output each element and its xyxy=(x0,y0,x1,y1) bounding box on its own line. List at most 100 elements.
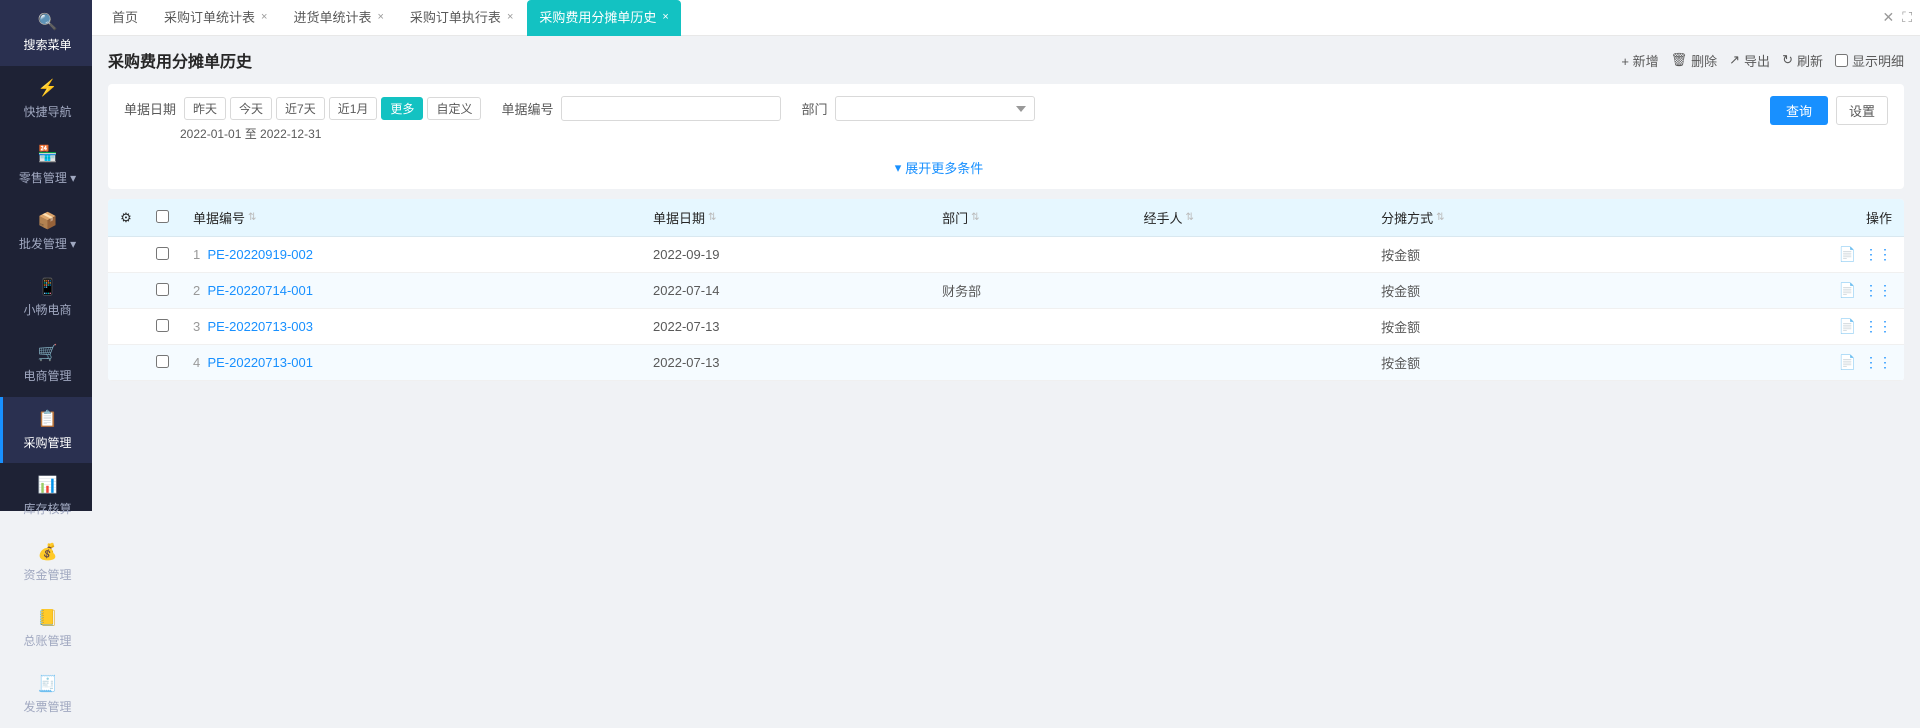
row-edit-icon-0[interactable]: 📄 xyxy=(1839,246,1856,263)
row-edit-icon-2[interactable]: 📄 xyxy=(1839,318,1856,335)
row-more-icon-0[interactable]: ⋮⋮ xyxy=(1864,246,1892,263)
sidebar-item-wholesale[interactable]: 📦批发管理 ▾ xyxy=(0,199,92,265)
sidebar-item-ecom[interactable]: 🛒电商管理 xyxy=(0,331,92,397)
date-btn-昨天[interactable]: 昨天 xyxy=(184,97,226,120)
tab-purchase-order-exec[interactable]: 采购订单执行表× xyxy=(398,0,525,36)
settings-col-icon[interactable]: ⚙ xyxy=(120,210,132,225)
row-edit-icon-1[interactable]: 📄 xyxy=(1839,282,1856,299)
sidebar-icon-inventory: 📊 xyxy=(11,475,84,497)
tab-close-goods-stats[interactable]: × xyxy=(377,11,383,23)
tab-actions: ✕ ⛶ xyxy=(1882,9,1912,26)
sidebar-item-inventory[interactable]: 📊 库存核算 xyxy=(0,463,92,529)
th-sort-doc_num[interactable]: 单据编号⇅ xyxy=(193,208,629,227)
row-actions-2: 📄 ⋮⋮ xyxy=(1648,309,1904,345)
expand-more-btn[interactable]: ▾ 展开更多条件 xyxy=(895,158,984,177)
sort-icon-doc_date: ⇅ xyxy=(708,212,716,223)
sidebar-item-ledger[interactable]: 📒总账管理 xyxy=(0,596,92,662)
sidebar-label-search: 搜索菜单 xyxy=(23,38,71,52)
date-btn-自定义[interactable]: 自定义 xyxy=(427,97,481,120)
row-checkbox-2[interactable] xyxy=(156,319,169,332)
row-more-icon-3[interactable]: ⋮⋮ xyxy=(1864,354,1892,371)
table-row: 2 PE-20220714-0012022-07-14财务部按金额 📄 ⋮⋮ xyxy=(108,273,1904,309)
delete-button[interactable]: 🗑 删除 xyxy=(1671,51,1718,70)
th-split_method[interactable]: 分摊方式⇅ xyxy=(1369,199,1648,237)
tab-purchase-fee-history[interactable]: 采购费用分摊单历史× xyxy=(527,0,680,36)
refresh-icon: ↻ xyxy=(1782,52,1793,68)
sidebar-item-finance[interactable]: 💰 资金管理 xyxy=(0,530,92,596)
doc-num-link-2[interactable]: PE-20220713-003 xyxy=(207,319,313,334)
row-edit-icon-3[interactable]: 📄 xyxy=(1839,354,1856,371)
tab-purchase-order-stats[interactable]: 采购订单统计表 × xyxy=(152,0,279,36)
th-doc_date[interactable]: 单据日期⇅ xyxy=(641,199,930,237)
th-doc_num[interactable]: 单据编号⇅ xyxy=(181,199,641,237)
row-more-icon-2[interactable]: ⋮⋮ xyxy=(1864,318,1892,335)
tab-close-purchase-order-exec[interactable]: × xyxy=(507,11,513,23)
th-handler[interactable]: 经手人⇅ xyxy=(1131,199,1369,237)
show-cols-toggle[interactable]: 显示明细 xyxy=(1835,51,1904,70)
sidebar-label-finance: 资金管理 xyxy=(23,568,71,582)
sidebar-item-invoice[interactable]: 🧾发票管理 xyxy=(0,662,92,728)
show-cols-checkbox[interactable] xyxy=(1835,54,1848,67)
th-label-doc_num: 单据编号 xyxy=(193,208,245,227)
date-btn-更多[interactable]: 更多 xyxy=(381,97,423,120)
page-title: 采购费用分摊单历史 xyxy=(108,48,252,72)
tab-home[interactable]: 首页 xyxy=(100,0,150,36)
expand-icon: ▾ xyxy=(895,160,902,176)
row-date-0: 2022-09-19 xyxy=(641,237,930,273)
tab-label-goods-stats: 进货单统计表 xyxy=(293,7,371,26)
setting-button[interactable]: 设置 xyxy=(1836,96,1888,125)
docnum-input[interactable] xyxy=(561,96,781,121)
query-button[interactable]: 查询 xyxy=(1770,96,1828,125)
export-button[interactable]: ↗ 导出 xyxy=(1729,51,1770,70)
page-content: 采购费用分摊单历史 + 新增 🗑 删除 ↗ 导出 ↻ 刷新 显示明细 xyxy=(92,36,1920,511)
add-button[interactable]: + 新增 xyxy=(1621,51,1658,70)
row-checkbox-0[interactable] xyxy=(156,247,169,260)
sidebar-label-inventory: 库存核算 xyxy=(23,502,71,516)
dept-label: 部门 xyxy=(801,99,827,118)
sidebar-item-search[interactable]: 🔍搜索菜单 xyxy=(0,0,92,66)
dept-filter-group: 部门 财务部 xyxy=(801,96,1035,121)
refresh-button[interactable]: ↻ 刷新 xyxy=(1782,51,1823,70)
sidebar-label-invoice: 发票管理 xyxy=(23,700,71,714)
row-split-3: 按金额 xyxy=(1369,345,1648,381)
select-all-checkbox[interactable] xyxy=(156,210,169,223)
row-settings-1 xyxy=(108,273,144,309)
sort-icon-dept: ⇅ xyxy=(971,212,979,223)
dept-select[interactable]: 财务部 xyxy=(835,96,1035,121)
sidebar-item-purchase[interactable]: 📋采购管理 xyxy=(0,397,92,463)
th-action: 操作 xyxy=(1648,199,1904,237)
tab-label-home: 首页 xyxy=(112,7,138,26)
th-sort-split_method[interactable]: 分摊方式⇅ xyxy=(1381,208,1636,227)
row-dept-3 xyxy=(930,345,1131,381)
th-sort-dept[interactable]: 部门⇅ xyxy=(942,208,1119,227)
sidebar-item-retail[interactable]: 🏪零售管理 ▾ xyxy=(0,132,92,198)
close-window-icon[interactable]: ✕ xyxy=(1882,9,1894,26)
sidebar-label-retail: 零售管理 ▾ xyxy=(19,171,76,185)
tab-goods-stats[interactable]: 进货单统计表 × xyxy=(281,0,395,36)
date-btn-今天[interactable]: 今天 xyxy=(230,97,272,120)
th-dept[interactable]: 部门⇅ xyxy=(930,199,1131,237)
date-btn-近7天[interactable]: 近7天 xyxy=(276,97,325,120)
tab-label-purchase-order-stats: 采购订单统计表 xyxy=(164,7,255,26)
row-num-0: 1 PE-20220919-002 xyxy=(181,237,641,273)
tab-close-purchase-order-stats[interactable]: × xyxy=(261,11,267,23)
sidebar-item-shortcut[interactable]: ⚡快捷导航 xyxy=(0,66,92,132)
row-checkbox-1[interactable] xyxy=(156,283,169,296)
data-table-container: ⚙ 单据编号⇅ 单据日期⇅ 部门⇅ 经手人⇅ 分摊方式⇅ 操作 1 PE-202… xyxy=(108,199,1904,381)
date-btn-近1月[interactable]: 近1月 xyxy=(329,97,378,120)
doc-num-link-0[interactable]: PE-20220919-002 xyxy=(207,247,313,262)
row-checkbox-3[interactable] xyxy=(156,355,169,368)
row-num-3: 4 PE-20220713-001 xyxy=(181,345,641,381)
th-sort-handler[interactable]: 经手人⇅ xyxy=(1143,208,1357,227)
th-sort-doc_date[interactable]: 单据日期⇅ xyxy=(653,208,918,227)
doc-num-link-1[interactable]: PE-20220714-001 xyxy=(207,283,313,298)
tab-close-purchase-fee-history[interactable]: × xyxy=(662,11,668,23)
th-label-split_method: 分摊方式 xyxy=(1381,208,1433,227)
doc-num-link-3[interactable]: PE-20220713-001 xyxy=(207,355,313,370)
sidebar-icon-finance: 💰 xyxy=(11,542,84,564)
sidebar-icon-mini: 📱 xyxy=(11,277,84,299)
sidebar-item-mini[interactable]: 📱小畅电商 xyxy=(0,265,92,331)
row-more-icon-1[interactable]: ⋮⋮ xyxy=(1864,282,1892,299)
row-handler-2 xyxy=(1131,309,1369,345)
fullscreen-icon[interactable]: ⛶ xyxy=(1902,9,1912,26)
